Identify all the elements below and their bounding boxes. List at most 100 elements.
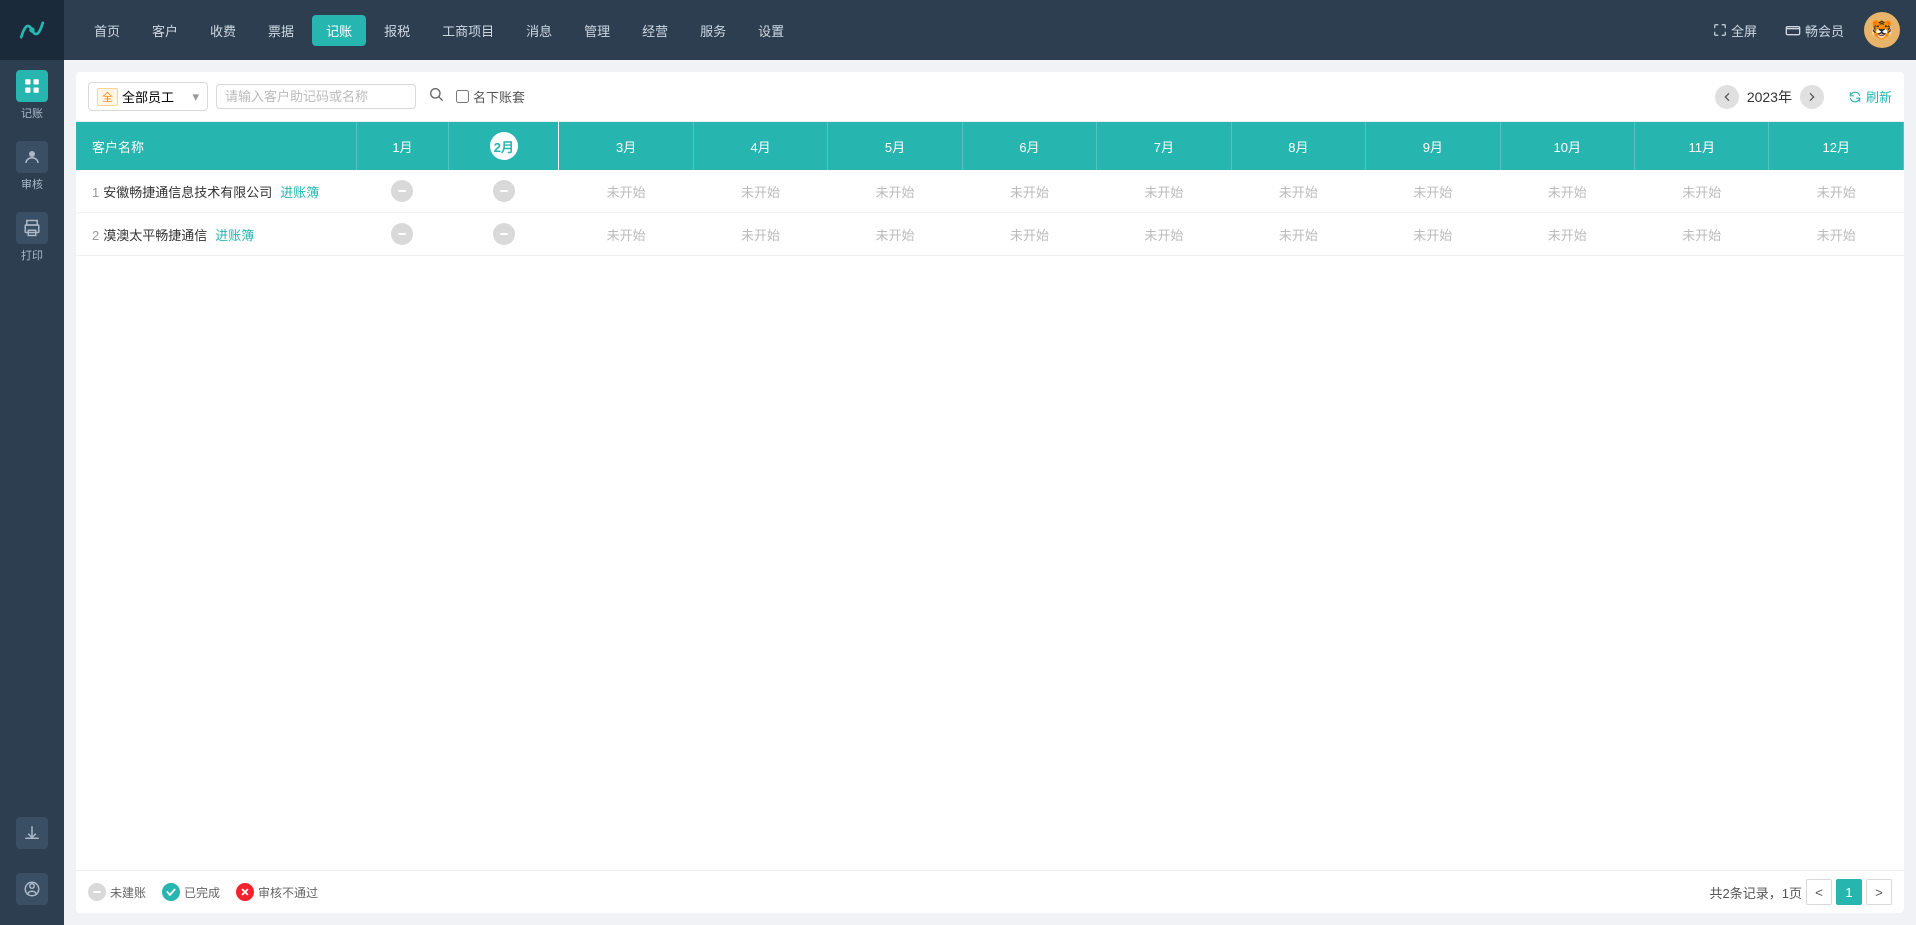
download-icon bbox=[16, 817, 48, 849]
status-not-started: 未开始 bbox=[875, 185, 914, 200]
month-cell-3[interactable]: 未开始 bbox=[559, 213, 693, 256]
year-nav: 2023年 bbox=[1715, 85, 1824, 109]
col-may: 5月 bbox=[828, 122, 962, 170]
status-dot bbox=[493, 180, 515, 202]
nav-customer[interactable]: 客户 bbox=[138, 15, 192, 46]
sidebar-item-support[interactable] bbox=[0, 863, 64, 915]
pagination: 共2条记录，1页 < 1 > bbox=[1710, 879, 1892, 905]
refresh-button[interactable]: 刷新 bbox=[1848, 87, 1892, 106]
month-cell-1[interactable] bbox=[356, 213, 449, 256]
month-cell-8[interactable]: 未开始 bbox=[1231, 170, 1365, 213]
table-wrap: 客户名称 1月 2月 3月 4月 5月 6月 7月 8月 9月 bbox=[76, 122, 1904, 870]
month-cell-3[interactable]: 未开始 bbox=[559, 170, 693, 213]
legend-rejected: 审核不通过 bbox=[236, 883, 318, 901]
search-input[interactable] bbox=[216, 84, 416, 109]
search-button[interactable] bbox=[424, 82, 448, 111]
status-not-started: 未开始 bbox=[1413, 228, 1452, 243]
row-index: 2 bbox=[92, 228, 99, 243]
nav-billing[interactable]: 收费 bbox=[196, 15, 250, 46]
legend-not-created: 未建账 bbox=[88, 883, 146, 901]
status-not-started: 未开始 bbox=[1144, 185, 1183, 200]
my-accounts-checkbox-input[interactable] bbox=[456, 90, 469, 103]
sidebar-review-label: 审核 bbox=[21, 176, 43, 192]
month-cell-10[interactable]: 未开始 bbox=[1500, 170, 1634, 213]
col-dec: 12月 bbox=[1769, 122, 1904, 170]
col-jun: 6月 bbox=[962, 122, 1096, 170]
employee-select[interactable]: 全 全部员工 ▾ bbox=[88, 82, 208, 111]
month-cell-9[interactable]: 未开始 bbox=[1366, 213, 1500, 256]
support-icon bbox=[16, 873, 48, 905]
employee-select-label: 全部员工 bbox=[122, 87, 174, 106]
status-not-started: 未开始 bbox=[1279, 228, 1318, 243]
current-month-circle: 2月 bbox=[490, 132, 518, 160]
nav-management[interactable]: 管理 bbox=[570, 15, 624, 46]
month-cell-5[interactable]: 未开始 bbox=[828, 213, 962, 256]
month-cell-10[interactable]: 未开始 bbox=[1500, 213, 1634, 256]
month-cell-6[interactable]: 未开始 bbox=[962, 170, 1096, 213]
sidebar: 记账 审核 打印 bbox=[0, 0, 64, 925]
enter-ledger-link[interactable]: 进账簿 bbox=[215, 228, 254, 243]
month-cell-12[interactable]: 未开始 bbox=[1769, 170, 1904, 213]
sidebar-item-review[interactable]: 审核 bbox=[0, 131, 64, 202]
nav-settings[interactable]: 设置 bbox=[744, 15, 798, 46]
dropdown-arrow-icon: ▾ bbox=[192, 89, 199, 105]
month-cell-12[interactable]: 未开始 bbox=[1769, 213, 1904, 256]
status-not-started: 未开始 bbox=[1817, 185, 1856, 200]
status-not-started: 未开始 bbox=[1682, 228, 1721, 243]
nav-message[interactable]: 消息 bbox=[512, 15, 566, 46]
col-jan: 1月 bbox=[356, 122, 449, 170]
month-cell-2[interactable] bbox=[449, 170, 559, 213]
month-cell-7[interactable]: 未开始 bbox=[1097, 213, 1231, 256]
sidebar-accounting-label: 记账 bbox=[21, 105, 43, 121]
table-row: 2漠澳太平畅捷通信进账簿未开始未开始未开始未开始未开始未开始未开始未开始未开始未… bbox=[76, 213, 1904, 256]
nav-accounting[interactable]: 记账 bbox=[312, 15, 366, 46]
nav-home[interactable]: 首页 bbox=[80, 15, 134, 46]
next-page-button[interactable]: > bbox=[1866, 879, 1892, 905]
col-oct: 10月 bbox=[1500, 122, 1634, 170]
month-cell-7[interactable]: 未开始 bbox=[1097, 170, 1231, 213]
month-cell-5[interactable]: 未开始 bbox=[828, 170, 962, 213]
col-apr: 4月 bbox=[693, 122, 827, 170]
nav-business[interactable]: 工商项目 bbox=[428, 15, 508, 46]
nav-operations[interactable]: 经营 bbox=[628, 15, 682, 46]
month-cell-1[interactable] bbox=[356, 170, 449, 213]
row-index: 1 bbox=[92, 185, 99, 200]
month-cell-2[interactable] bbox=[449, 213, 559, 256]
month-cell-11[interactable]: 未开始 bbox=[1634, 213, 1768, 256]
month-cell-11[interactable]: 未开始 bbox=[1634, 170, 1768, 213]
month-cell-9[interactable]: 未开始 bbox=[1366, 170, 1500, 213]
next-year-button[interactable] bbox=[1800, 85, 1824, 109]
print-icon bbox=[16, 212, 48, 244]
status-dot bbox=[391, 180, 413, 202]
my-accounts-checkbox[interactable]: 名下账套 bbox=[456, 87, 525, 106]
main-area: 首页 客户 收费 票据 记账 报税 工商项目 消息 管理 经营 服务 设置 全屏… bbox=[64, 0, 1916, 925]
sidebar-item-print[interactable]: 打印 bbox=[0, 202, 64, 273]
month-cell-6[interactable]: 未开始 bbox=[962, 213, 1096, 256]
app-logo[interactable] bbox=[0, 0, 64, 60]
sidebar-item-download[interactable] bbox=[0, 807, 64, 859]
status-not-started: 未开始 bbox=[1010, 228, 1049, 243]
month-cell-4[interactable]: 未开始 bbox=[693, 170, 827, 213]
sidebar-print-label: 打印 bbox=[21, 247, 43, 263]
status-not-started: 未开始 bbox=[607, 228, 646, 243]
status-dot bbox=[493, 223, 515, 245]
enter-ledger-link[interactable]: 进账簿 bbox=[280, 185, 319, 200]
vip-button[interactable]: 畅会员 bbox=[1777, 17, 1852, 44]
prev-year-button[interactable] bbox=[1715, 85, 1739, 109]
status-not-started: 未开始 bbox=[607, 185, 646, 200]
nav-tax[interactable]: 报税 bbox=[370, 15, 424, 46]
nav-service[interactable]: 服务 bbox=[686, 15, 740, 46]
sidebar-item-accounting[interactable]: 记账 bbox=[0, 60, 64, 131]
status-not-started: 未开始 bbox=[741, 228, 780, 243]
status-not-started: 未开始 bbox=[1010, 185, 1049, 200]
prev-page-button[interactable]: < bbox=[1806, 879, 1832, 905]
month-cell-4[interactable]: 未开始 bbox=[693, 213, 827, 256]
nav-invoice[interactable]: 票据 bbox=[254, 15, 308, 46]
accounting-table: 客户名称 1月 2月 3月 4月 5月 6月 7月 8月 9月 bbox=[76, 122, 1904, 256]
fullscreen-button[interactable]: 全屏 bbox=[1705, 17, 1765, 44]
avatar[interactable]: 🐯 bbox=[1864, 12, 1900, 48]
vip-label: 畅会员 bbox=[1805, 21, 1844, 40]
month-cell-8[interactable]: 未开始 bbox=[1231, 213, 1365, 256]
col-nov: 11月 bbox=[1634, 122, 1768, 170]
page-1-button[interactable]: 1 bbox=[1836, 879, 1862, 905]
